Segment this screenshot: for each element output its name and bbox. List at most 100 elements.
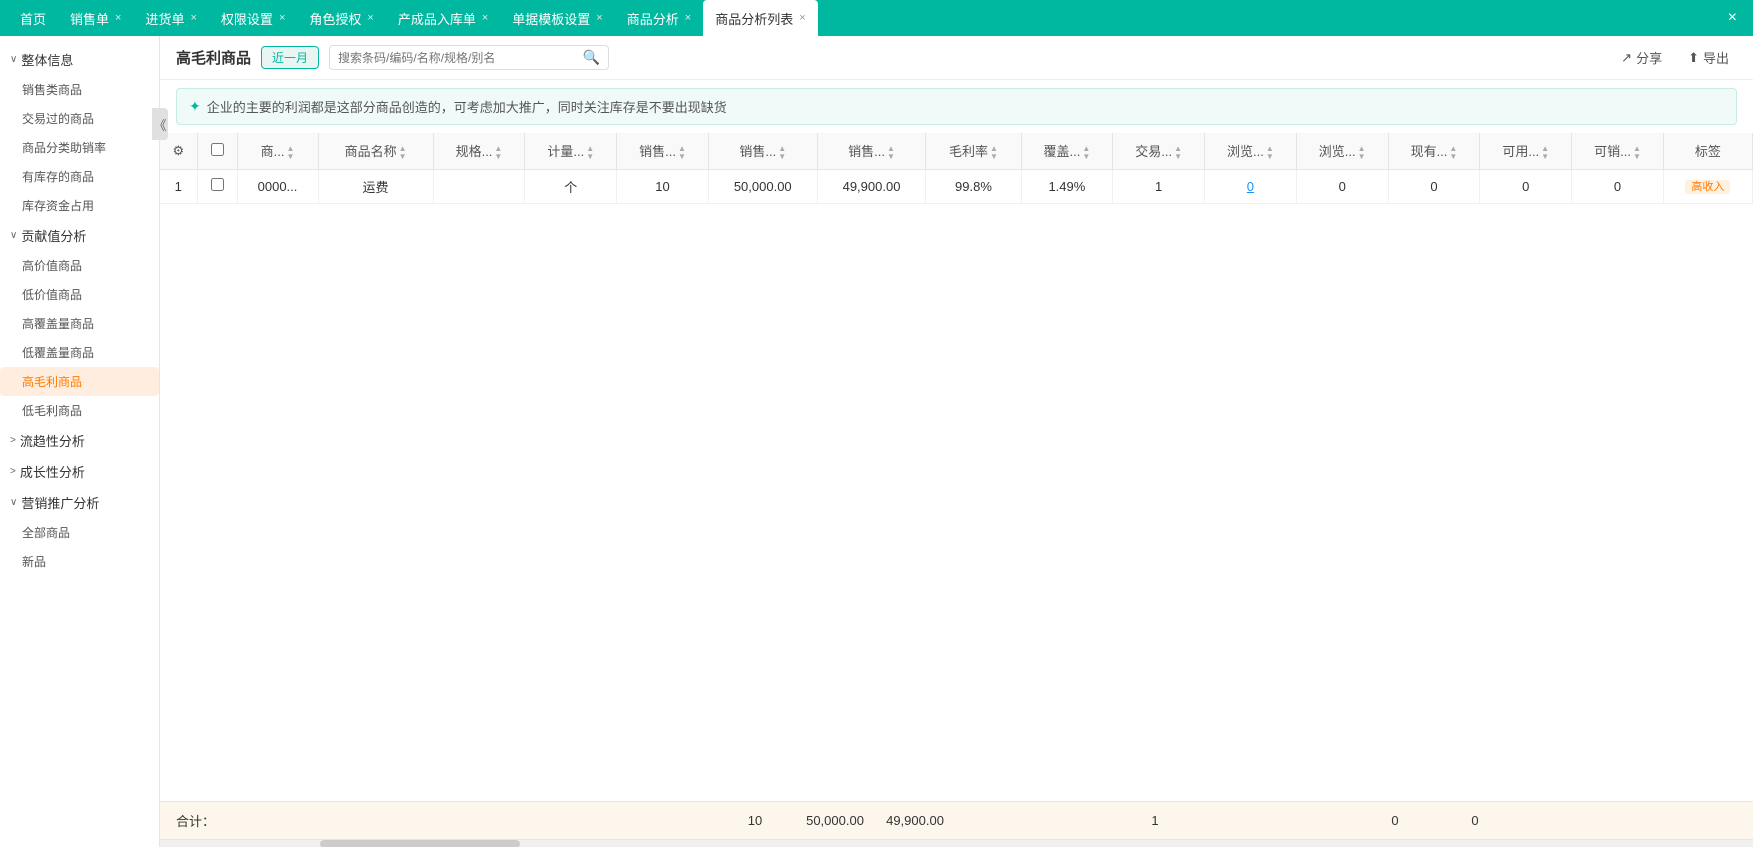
sort-icon[interactable]: ▲▼ bbox=[1541, 145, 1549, 161]
col-header-14[interactable]: 现有...▲▼ bbox=[1388, 133, 1480, 169]
sidebar-item-低覆盖量商品[interactable]: 低覆盖量商品 bbox=[0, 338, 159, 367]
row-select-checkbox[interactable] bbox=[211, 178, 224, 191]
col-header-5[interactable]: 计量...▲▼ bbox=[525, 133, 617, 169]
nav-close-icon[interactable]: × bbox=[279, 13, 285, 24]
chevron-icon: > bbox=[10, 466, 16, 477]
col-header-9[interactable]: 毛利率▲▼ bbox=[926, 133, 1021, 169]
sidebar-item-新品[interactable]: 新品 bbox=[0, 547, 159, 576]
sort-icon[interactable]: ▲▼ bbox=[1358, 145, 1366, 161]
nav-item-销售单[interactable]: 销售单× bbox=[58, 0, 133, 36]
nav-close-icon[interactable]: × bbox=[596, 13, 602, 24]
footer-cell-7: 50,000.00 bbox=[795, 813, 875, 828]
sidebar-item-低价值商品[interactable]: 低价值商品 bbox=[0, 280, 159, 309]
share-button[interactable]: ↗ 分享 bbox=[1613, 44, 1670, 71]
sort-icon[interactable]: ▲▼ bbox=[678, 145, 686, 161]
nav-item-首页[interactable]: 首页 bbox=[8, 0, 58, 36]
sort-icon[interactable]: ▲▼ bbox=[586, 145, 594, 161]
sort-icon[interactable]: ▲▼ bbox=[778, 145, 786, 161]
nav-item-权限设置[interactable]: 权限设置× bbox=[209, 0, 297, 36]
sidebar-item-全部商品[interactable]: 全部商品 bbox=[0, 518, 159, 547]
nav-close-icon[interactable]: × bbox=[482, 13, 488, 24]
chevron-icon: > bbox=[10, 435, 16, 446]
col-header-3[interactable]: 商品名称▲▼ bbox=[318, 133, 433, 169]
sidebar-item-交易过的商品[interactable]: 交易过的商品 bbox=[0, 104, 159, 133]
row-saleable: 0 bbox=[1572, 169, 1664, 203]
sort-icon[interactable]: ▲▼ bbox=[887, 145, 895, 161]
col-header-15[interactable]: 可用...▲▼ bbox=[1480, 133, 1572, 169]
sidebar-item-低毛利商品[interactable]: 低毛利商品 bbox=[0, 396, 159, 425]
nav-close-icon[interactable]: × bbox=[115, 13, 121, 24]
filter-month-button[interactable]: 近一月 bbox=[261, 46, 319, 69]
row-spec bbox=[433, 169, 525, 203]
nav-item-商品分析[interactable]: 商品分析× bbox=[615, 0, 703, 36]
info-banner: ✦ 企业的主要的利润都是这部分商品创造的，可考虑加大推广，同时关注库存是不要出现… bbox=[176, 88, 1737, 125]
sidebar-item-高价值商品[interactable]: 高价值商品 bbox=[0, 251, 159, 280]
nav-close-icon[interactable]: × bbox=[190, 13, 196, 24]
col-header-12[interactable]: 浏览...▲▼ bbox=[1205, 133, 1297, 169]
nav-item-产成品入库单[interactable]: 产成品入库单× bbox=[386, 0, 500, 36]
row-index: 1 bbox=[160, 169, 197, 203]
sidebar: ∨整体信息销售类商品交易过的商品商品分类助销率有库存的商品库存资金占用∨贡献值分… bbox=[0, 36, 160, 847]
info-icon: ✦ bbox=[189, 98, 201, 115]
row-tag[interactable]: 高收入 bbox=[1663, 169, 1752, 203]
sidebar-group-流趋性分析[interactable]: >流趋性分析 bbox=[0, 425, 159, 456]
scrollbar-thumb[interactable] bbox=[320, 840, 520, 847]
col-header-7[interactable]: 销售...▲▼ bbox=[708, 133, 817, 169]
export-button[interactable]: ⬆ 导出 bbox=[1680, 44, 1737, 71]
sidebar-item-高毛利商品[interactable]: 高毛利商品 bbox=[0, 367, 159, 396]
col-header-6[interactable]: 销售...▲▼ bbox=[617, 133, 709, 169]
sort-icon[interactable]: ▲▼ bbox=[1174, 145, 1182, 161]
horizontal-scrollbar[interactable] bbox=[160, 839, 1753, 847]
sidebar-group-整体信息[interactable]: ∨整体信息 bbox=[0, 44, 159, 75]
footer-cells: 1050,000.0049,900.00100 bbox=[235, 813, 1737, 828]
sidebar-item-有库存的商品[interactable]: 有库存的商品 bbox=[0, 162, 159, 191]
col-header-10[interactable]: 覆盖...▲▼ bbox=[1021, 133, 1113, 169]
sidebar-group-成长性分析[interactable]: >成长性分析 bbox=[0, 456, 159, 487]
footer-total: 合计： 1050,000.0049,900.00100 bbox=[160, 801, 1753, 839]
content-header: 高毛利商品 近一月 🔍 ↗ 分享 ⬆ 导出 bbox=[160, 36, 1753, 80]
sort-icon[interactable]: ▲▼ bbox=[990, 145, 998, 161]
sidebar-collapse-button[interactable]: 《 bbox=[152, 108, 168, 140]
sidebar-item-高覆盖量商品[interactable]: 高覆盖量商品 bbox=[0, 309, 159, 338]
row-browse1[interactable]: 0 bbox=[1205, 169, 1297, 203]
sidebar-item-商品分类助销率[interactable]: 商品分类助销率 bbox=[0, 133, 159, 162]
nav-close-icon[interactable]: × bbox=[685, 13, 691, 24]
col-header-13[interactable]: 浏览...▲▼ bbox=[1296, 133, 1388, 169]
sort-icon[interactable]: ▲▼ bbox=[1633, 145, 1641, 161]
col-header-11[interactable]: 交易...▲▼ bbox=[1113, 133, 1205, 169]
sort-icon[interactable]: ▲▼ bbox=[286, 145, 294, 161]
row-available: 0 bbox=[1480, 169, 1572, 203]
chevron-icon: ∨ bbox=[10, 230, 17, 241]
table-row: 10000...运费个1050,000.0049,900.0099.8%1.49… bbox=[160, 169, 1753, 203]
sort-icon[interactable]: ▲▼ bbox=[1449, 145, 1457, 161]
close-all-button[interactable]: × bbox=[1720, 9, 1745, 27]
search-input[interactable] bbox=[338, 51, 579, 65]
sidebar-group-贡献值分析[interactable]: ∨贡献值分析 bbox=[0, 220, 159, 251]
nav-item-单据模板设置[interactable]: 单据模板设置× bbox=[500, 0, 614, 36]
sidebar-item-库存资金占用[interactable]: 库存资金占用 bbox=[0, 191, 159, 220]
col-header-1 bbox=[197, 133, 237, 169]
col-header-17: 标签 bbox=[1663, 133, 1752, 169]
col-header-8[interactable]: 销售...▲▼ bbox=[817, 133, 926, 169]
sort-icon[interactable]: ▲▼ bbox=[494, 145, 502, 161]
sidebar-item-销售类商品[interactable]: 销售类商品 bbox=[0, 75, 159, 104]
col-header-16[interactable]: 可销...▲▼ bbox=[1572, 133, 1664, 169]
nav-item-角色授权[interactable]: 角色授权× bbox=[297, 0, 385, 36]
col-header-2[interactable]: 商...▲▼ bbox=[237, 133, 318, 169]
row-sales3: 49,900.00 bbox=[817, 169, 926, 203]
sidebar-group-营销推广分析[interactable]: ∨营销推广分析 bbox=[0, 487, 159, 518]
row-sales1: 10 bbox=[617, 169, 709, 203]
nav-close-icon[interactable]: × bbox=[367, 13, 373, 24]
nav-item-商品分析列表[interactable]: 商品分析列表× bbox=[703, 0, 817, 36]
nav-close-icon[interactable]: × bbox=[799, 13, 805, 24]
top-navigation: 首页销售单×进货单×权限设置×角色授权×产成品入库单×单据模板设置×商品分析×商… bbox=[0, 0, 1753, 36]
sort-icon[interactable]: ▲▼ bbox=[1266, 145, 1274, 161]
sort-icon[interactable]: ▲▼ bbox=[1082, 145, 1090, 161]
footer-cell-6: 10 bbox=[715, 813, 795, 828]
col-header-4[interactable]: 规格...▲▼ bbox=[433, 133, 525, 169]
row-checkbox bbox=[197, 169, 237, 203]
chevron-icon: ∨ bbox=[10, 497, 17, 508]
nav-item-进货单[interactable]: 进货单× bbox=[133, 0, 208, 36]
select-all-checkbox[interactable] bbox=[211, 143, 224, 156]
sort-icon[interactable]: ▲▼ bbox=[399, 145, 407, 161]
